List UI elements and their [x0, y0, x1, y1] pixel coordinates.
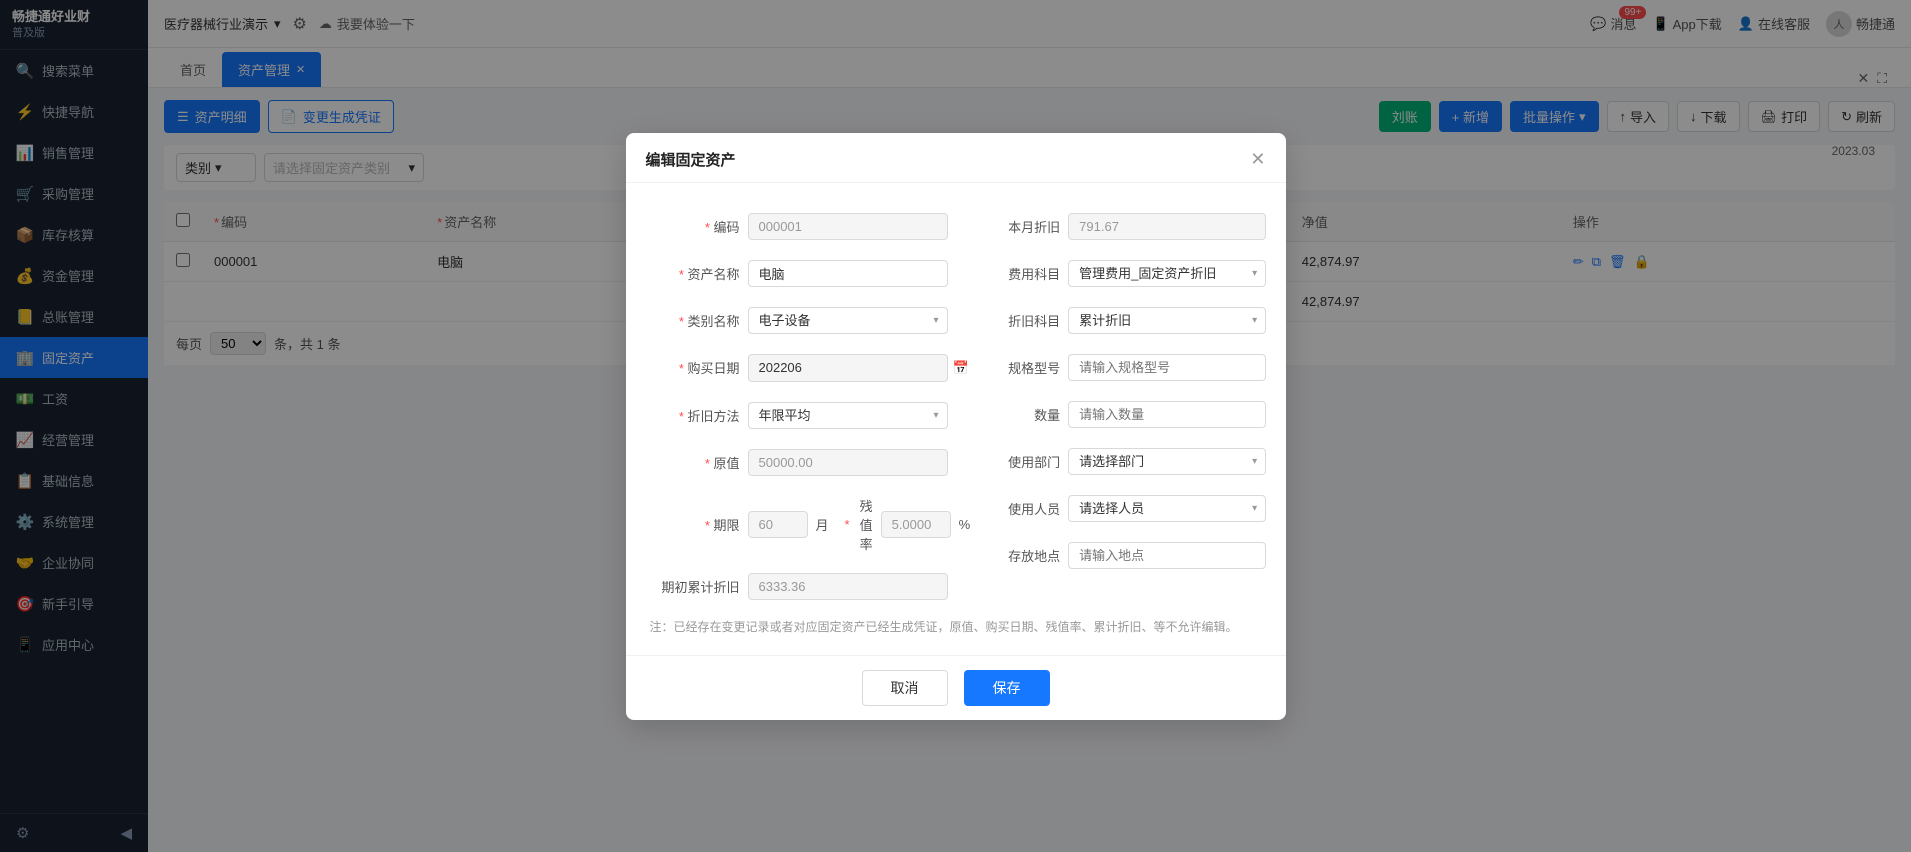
form-left-col: 编码 资产名称 类别名称 电子设备 ▾ — [650, 203, 971, 610]
quantity-label: 数量 — [970, 405, 1060, 424]
field-dep-method: 折旧方法 年限平均 ▾ — [650, 392, 971, 439]
residual-rate-input[interactable] — [881, 511, 951, 538]
code-label: 编码 — [650, 217, 740, 236]
modal-footer: 取消 保存 — [626, 655, 1286, 720]
modal-header: 编辑固定资产 ✕ — [626, 133, 1286, 183]
category-label: 类别名称 — [650, 311, 740, 330]
monthly-dep-input — [1068, 213, 1266, 240]
residual-rate-unit: % — [959, 517, 971, 532]
field-category: 类别名称 电子设备 ▾ — [650, 297, 971, 344]
period-unit: 月 — [816, 515, 829, 534]
notice-text: 注：已经存在变更记录或者对应固定资产已经生成凭证，原值、购买日期、残值率、累计折… — [650, 610, 1262, 635]
period-input[interactable] — [748, 511, 808, 538]
spec-label: 规格型号 — [970, 358, 1060, 377]
quantity-input[interactable] — [1068, 401, 1266, 428]
field-code: 编码 — [650, 203, 971, 250]
field-expense-subject: 费用科目 管理费用_固定资产折旧 ▾ — [970, 250, 1266, 297]
field-spec: 规格型号 — [970, 344, 1266, 391]
spec-input[interactable] — [1068, 354, 1266, 381]
dept-label: 使用部门 — [970, 452, 1060, 471]
expense-subject-select[interactable]: 管理费用_固定资产折旧 — [1069, 261, 1265, 286]
form-grid: 编码 资产名称 类别名称 电子设备 ▾ — [650, 203, 1262, 610]
residual-rate-label: 残值率 — [860, 496, 873, 553]
form-right-col: 本月折旧 费用科目 管理费用_固定资产折旧 ▾ 折旧科目 — [970, 203, 1266, 610]
category-select[interactable]: 电子设备 — [749, 308, 947, 333]
dep-method-select[interactable]: 年限平均 — [749, 403, 947, 428]
user-label: 使用人员 — [970, 499, 1060, 518]
modal-title: 编辑固定资产 — [646, 149, 736, 170]
field-init-dep: 期初累计折旧 — [650, 563, 971, 610]
purchase-date-label: 购买日期 — [650, 358, 740, 377]
modal-body: 编码 资产名称 类别名称 电子设备 ▾ — [626, 183, 1286, 655]
init-dep-input[interactable] — [748, 573, 948, 600]
field-purchase-date: 购买日期 📅 — [650, 344, 971, 392]
dep-method-label: 折旧方法 — [650, 406, 740, 425]
save-button[interactable]: 保存 — [964, 670, 1050, 706]
field-original-value: 原值 — [650, 439, 971, 486]
dep-subject-select[interactable]: 累计折旧 — [1069, 308, 1265, 333]
modal-overlay: 编辑固定资产 ✕ 编码 资产名称 类别名称 — [0, 0, 1911, 852]
location-input[interactable] — [1068, 542, 1266, 569]
edit-asset-modal: 编辑固定资产 ✕ 编码 资产名称 类别名称 — [626, 133, 1286, 720]
original-value-input[interactable] — [748, 449, 948, 476]
field-asset-name: 资产名称 — [650, 250, 971, 297]
code-input[interactable] — [748, 213, 948, 240]
monthly-dep-label: 本月折旧 — [970, 217, 1060, 236]
field-user: 使用人员 请选择人员 ▾ — [970, 485, 1266, 532]
field-location: 存放地点 — [970, 532, 1266, 579]
dep-subject-label: 折旧科目 — [970, 311, 1060, 330]
field-period: 期限 月 * 残值率 % — [650, 486, 971, 563]
cancel-button[interactable]: 取消 — [862, 670, 948, 706]
location-label: 存放地点 — [970, 546, 1060, 565]
field-dept: 使用部门 请选择部门 ▾ — [970, 438, 1266, 485]
field-dep-subject: 折旧科目 累计折旧 ▾ — [970, 297, 1266, 344]
user-select[interactable]: 请选择人员 — [1069, 496, 1265, 521]
period-label: 期限 — [650, 515, 740, 534]
residual-rate-star: * — [845, 517, 850, 532]
expense-subject-label: 费用科目 — [970, 264, 1060, 283]
field-monthly-dep: 本月折旧 — [970, 203, 1266, 250]
asset-name-label: 资产名称 — [650, 264, 740, 283]
original-value-label: 原值 — [650, 453, 740, 472]
period-inline: 月 * 残值率 % — [748, 496, 971, 553]
asset-name-input[interactable] — [748, 260, 948, 287]
field-quantity: 数量 — [970, 391, 1266, 438]
init-dep-label: 期初累计折旧 — [650, 577, 740, 596]
dept-select[interactable]: 请选择部门 — [1069, 449, 1265, 474]
purchase-date-input[interactable] — [749, 355, 945, 380]
modal-close-button[interactable]: ✕ — [1250, 149, 1265, 170]
